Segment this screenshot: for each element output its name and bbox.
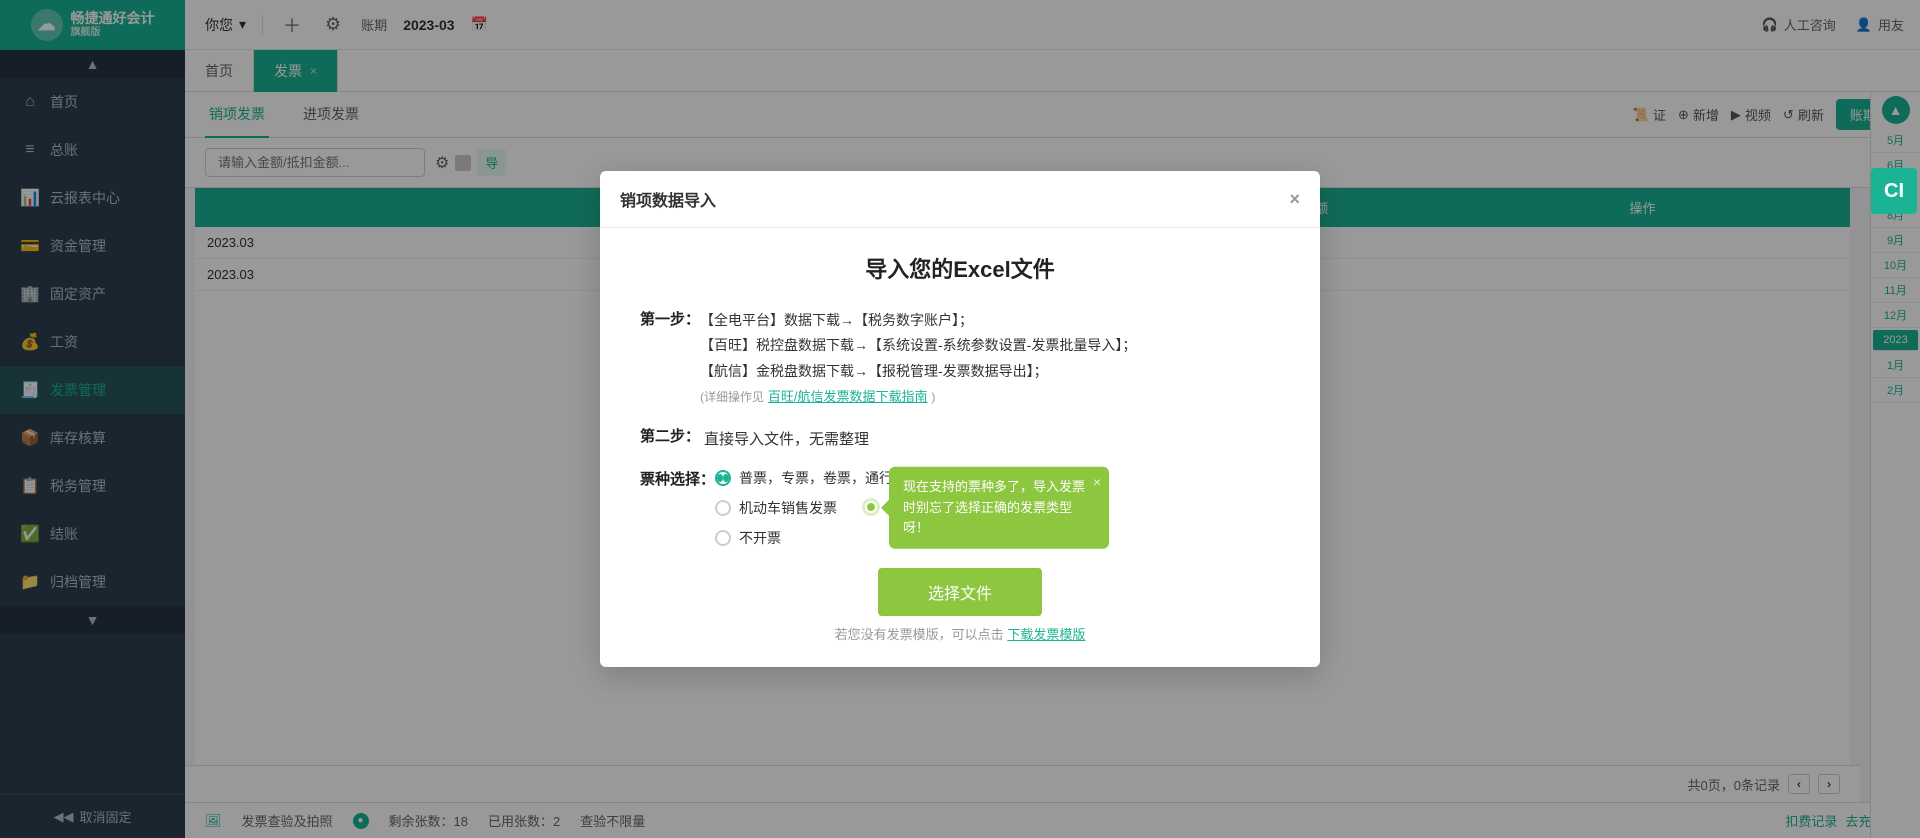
tooltip-bubble: × 现在支持的票种多了，导入发票时别忘了选择正确的发票类型呀！: [889, 467, 1109, 549]
radio-motor-label: 机动车销售发票: [739, 498, 837, 518]
dialog-close-button[interactable]: ×: [1289, 189, 1300, 210]
radio-motor-circle: [715, 500, 731, 516]
step1-note-before: (详细操作见: [700, 390, 764, 404]
radio-motor[interactable]: 机动车销售发票 × 现在支持的票种多了，导入发票时别忘了选择正确的发票类型呀！: [715, 498, 1047, 518]
dialog-header: 销项数据导入 ×: [600, 171, 1320, 228]
step2-text: 直接导入文件，无需整理: [704, 428, 869, 449]
step1-line3: 【航信】金税盘数据下载→【报税管理-发票数据导出】；: [700, 359, 1136, 384]
step1-note-after: ): [931, 390, 935, 404]
guide-link[interactable]: 百旺/航信发票数据下载指南: [768, 389, 928, 404]
template-note: 若您没有发票模版，可以点击 下载发票模版: [640, 624, 1280, 643]
template-note-before: 若您没有发票模版，可以点击: [835, 627, 1004, 642]
dialog-title: 销项数据导入: [620, 187, 716, 211]
step1-content: 【全电平台】数据下载→【税务数字账户】； 【百旺】税控盘数据下载→【系统设置-系…: [700, 308, 1136, 409]
tooltip-text: 现在支持的票种多了，导入发票时别忘了选择正确的发票类型呀！: [903, 479, 1085, 536]
template-download-link[interactable]: 下载发票模版: [1007, 627, 1085, 642]
dialog-main-title: 导入您的Excel文件: [640, 252, 1280, 284]
tooltip-arrow: [881, 500, 889, 516]
step2-row: 第二步： 直接导入文件，无需整理: [640, 425, 1280, 452]
step1-note: (详细操作见 百旺/航信发票数据下载指南 ): [700, 384, 1136, 409]
step1-row: 第一步： 【全电平台】数据下载→【税务数字账户】； 【百旺】税控盘数据下载→【系…: [640, 308, 1280, 409]
import-dialog: 销项数据导入 × 导入您的Excel文件 第一步： 【全电平台】数据下载→【税务…: [600, 171, 1320, 667]
tooltip-dot: [865, 501, 877, 513]
ticket-select-label: 票种选择：: [640, 468, 715, 489]
ticket-select: 票种选择： 普票，专票，卷票，通行费发票，农产品销售发票 机动车销售: [640, 468, 1280, 548]
radio-normal-circle: [715, 470, 731, 486]
step1-label: 第一步：: [640, 308, 700, 403]
step1-line1: 【全电平台】数据下载→【税务数字账户】；: [700, 308, 1136, 333]
step2-label: 第二步：: [640, 425, 700, 446]
dialog-body: 导入您的Excel文件 第一步： 【全电平台】数据下载→【税务数字账户】； 【百…: [600, 228, 1320, 667]
radio-non-invoice-circle: [715, 530, 731, 546]
dialog-overlay: 销项数据导入 × 导入您的Excel文件 第一步： 【全电平台】数据下载→【税务…: [0, 0, 1920, 838]
tooltip-close-button[interactable]: ×: [1093, 471, 1101, 493]
step1-line2: 【百旺】税控盘数据下载→【系统设置-系统参数设置-发票批量导入】；: [700, 333, 1136, 358]
select-file-button[interactable]: 选择文件: [878, 568, 1042, 616]
radio-non-invoice-label: 不开票: [739, 528, 781, 548]
ci-badge: CI: [1871, 168, 1917, 214]
radio-group: 普票，专票，卷票，通行费发票，农产品销售发票 机动车销售发票 ×: [715, 468, 1047, 548]
